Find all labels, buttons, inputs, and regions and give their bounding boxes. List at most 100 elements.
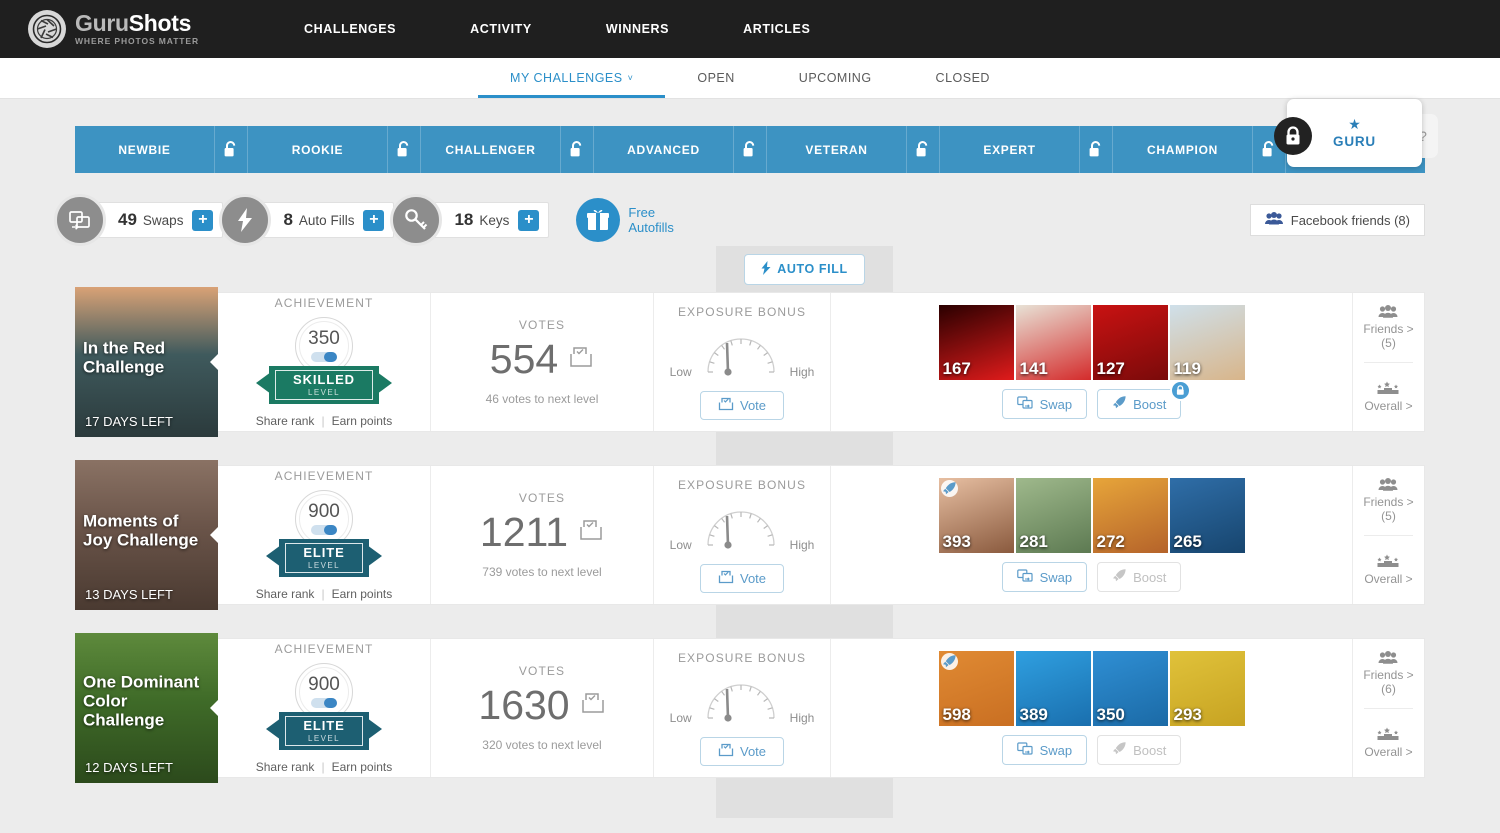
friends-rank-label: Friends > (6) [1363,667,1414,696]
challenge-title: Moments of Joy Challenge [83,511,199,550]
vote-button[interactable]: Vote [699,563,785,593]
overall-rank-label: Overall > [1364,571,1413,586]
swap-button[interactable]: Swap [1001,562,1088,592]
share-rank-link[interactable]: Share rank [256,414,315,428]
challenge-photo[interactable]: 598 [938,651,1014,726]
nav-link-challenges[interactable]: CHALLENGES [267,22,433,36]
challenge-photo[interactable]: 127 [1092,305,1168,380]
challenge-thumbnail[interactable]: In the Red Challenge 17 DAYS LEFT [75,287,218,437]
challenge-thumbnail[interactable]: One Dominant Color Challenge 12 DAYS LEFT [75,633,218,783]
gauge-high-label: High [789,364,815,379]
tab-closed-label: CLOSED [935,71,990,85]
swap-icon [54,194,106,246]
vote-button[interactable]: Vote [699,736,785,766]
earn-points-link[interactable]: Earn points [332,587,393,601]
vote-button[interactable]: Vote [699,390,785,420]
overall-rank-link[interactable]: Overall > [1364,535,1413,604]
votes-to-next-level: 46 votes to next level [485,392,599,406]
autofills-label: Auto Fills [298,212,355,228]
votes-to-next-level: 320 votes to next level [482,738,602,752]
autofills-resource[interactable]: 8 Auto Fills + [219,194,395,246]
level-rookie[interactable]: ROOKIE [248,126,387,173]
friends-rank-link[interactable]: Friends > (5) [1363,293,1414,362]
boost-button[interactable]: Boost [1097,389,1182,419]
links-separator: | [321,759,325,774]
challenge-photo[interactable]: 119 [1169,305,1245,380]
gauge-high-label: High [789,537,815,552]
friends-rank-link[interactable]: Friends > (6) [1363,639,1414,708]
facebook-friends-button[interactable]: Facebook friends (8) [1249,204,1425,236]
votes-count: 554 [489,336,559,382]
photo-score: 167 [942,359,971,378]
photo-strip: 167 141 127 119 [938,305,1245,380]
earn-points-link[interactable]: Earn points [332,414,393,428]
site-logo[interactable]: GuruShots WHERE PHOTOS MATTER [28,10,199,48]
keys-resource[interactable]: 18 Keys + [390,194,550,246]
level-veteran[interactable]: VETERAN [767,126,906,173]
boost-button-label: Boost [1133,569,1167,585]
challenge-photo[interactable]: 293 [1169,651,1245,726]
unlock-icon [906,126,940,173]
auto-fill-row: AUTO FILL [75,246,1425,292]
tab-open-label: OPEN [697,71,735,85]
share-rank-link[interactable]: Share rank [256,760,315,774]
auto-fill-button[interactable]: AUTO FILL [744,253,865,285]
photos-column: 598 389 350 293 Swap Boost [830,639,1352,777]
level-challenger[interactable]: CHALLENGER [421,126,560,173]
friends-rank-link[interactable]: Friends > (5) [1363,466,1414,535]
challenge-photo[interactable]: 265 [1169,478,1245,553]
free-autofills-button[interactable]: Free Autofills [576,198,674,242]
share-rank-link[interactable]: Share rank [256,587,315,601]
swaps-resource[interactable]: 49 Swaps + [54,194,224,246]
nav-link-activity[interactable]: ACTIVITY [433,22,569,36]
challenge-days-left: 12 DAYS LEFT [85,760,173,775]
achievement-progress-pill [311,524,337,535]
achievement-header: ACHIEVEMENT [274,642,374,657]
add-swaps-button[interactable]: + [192,209,214,231]
people-icon [1378,650,1398,667]
swap-button[interactable]: Swap [1001,389,1088,419]
level-expert[interactable]: EXPERT [940,126,1079,173]
photo-score: 141 [1019,359,1048,378]
level-name: SKILLED [293,372,355,388]
challenge-thumbnail[interactable]: Moments of Joy Challenge 13 DAYS LEFT [75,460,218,610]
unlock-icon [1079,126,1113,173]
earn-points-link[interactable]: Earn points [332,760,393,774]
challenge-photo[interactable]: 141 [1015,305,1091,380]
challenge-photo[interactable]: 167 [938,305,1014,380]
swap-button[interactable]: Swap [1001,735,1088,765]
logo-tagline: WHERE PHOTOS MATTER [75,36,199,47]
overall-rank-label: Overall > [1364,744,1413,759]
nav-link-winners[interactable]: WINNERS [569,22,706,36]
achievement-column: ACHIEVEMENT 350 SKILLED LEVEL Share rank | Ear… [218,293,430,431]
challenge-photo[interactable]: 393 [938,478,1014,553]
challenge-photo[interactable]: 350 [1092,651,1168,726]
tab-open[interactable]: OPEN [665,58,766,98]
level-newbie[interactable]: NEWBIE [75,126,214,173]
exposure-gauge [695,674,787,727]
main-nav-links: CHALLENGES ACTIVITY WINNERS ARTICLES [267,22,847,36]
level-advanced[interactable]: ADVANCED [594,126,733,173]
key-icon [390,194,443,246]
people-icon [1264,212,1283,228]
challenge-photo[interactable]: 281 [1015,478,1091,553]
add-keys-button[interactable]: + [518,209,540,231]
thumbnail-arrow-icon [210,353,218,371]
challenge-title: In the Red Challenge [83,338,166,377]
tab-my-challenges[interactable]: MY CHALLENGES ˅ [478,58,666,98]
votes-header: VOTES [518,318,566,332]
rocket-icon [1112,568,1127,586]
challenge-photo[interactable]: 389 [1015,651,1091,726]
challenge-photo[interactable]: 272 [1092,478,1168,553]
tab-upcoming[interactable]: UPCOMING [767,58,904,98]
level-ribbon: ELITE LEVEL [266,712,382,750]
overall-rank-link[interactable]: Overall > [1364,708,1413,777]
nav-link-articles[interactable]: ARTICLES [706,22,847,36]
level-name: ELITE [303,718,345,734]
tab-closed[interactable]: CLOSED [904,58,1022,98]
level-champion[interactable]: CHAMPION [1113,126,1252,173]
add-autofills-button[interactable]: + [363,209,385,231]
gift-icon [576,198,621,242]
overall-rank-link[interactable]: Overall > [1364,362,1413,431]
podium-icon [1377,554,1399,571]
